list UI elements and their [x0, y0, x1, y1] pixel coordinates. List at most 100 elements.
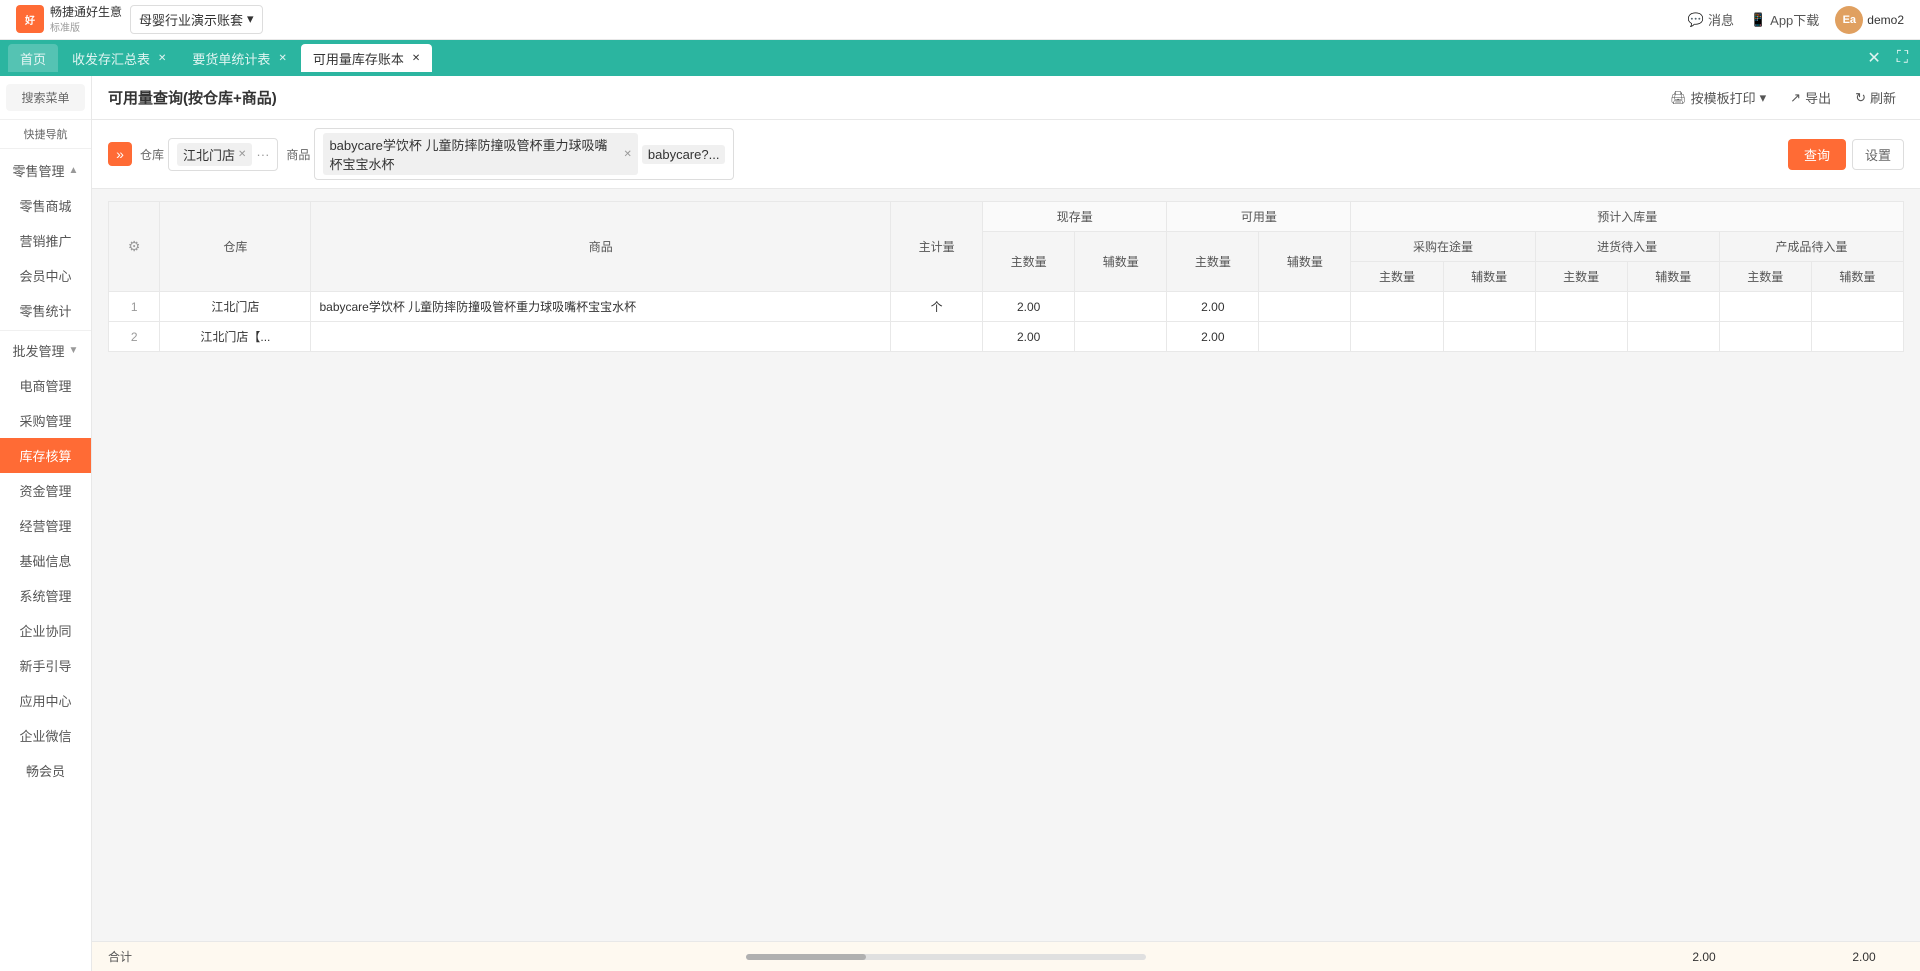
sidebar-item-retail-stats-label: 零售统计 — [19, 301, 71, 320]
refresh-button[interactable]: ↻ 刷新 — [1847, 84, 1904, 111]
page-actions: 🖨 按模板打印 ▾ ↗ 导出 ↻ 刷新 — [1662, 84, 1904, 111]
close-all-tabs-button[interactable]: ✕ — [1863, 46, 1884, 70]
sidebar-item-system[interactable]: 系统管理 — [0, 578, 91, 613]
tab-available-stock-close[interactable]: ✕ — [412, 53, 420, 64]
tab-summary-label: 收发存汇总表 — [72, 49, 150, 68]
sidebar-item-vip-label: 畅会员 — [26, 761, 65, 780]
col-warehouse-header: 仓库 — [160, 202, 311, 292]
sidebar-item-inventory-label: 库存核算 — [19, 446, 71, 465]
row-1-mainunit: 个 — [891, 292, 983, 322]
filter-warehouse-more[interactable]: ··· — [256, 147, 269, 162]
print-template-button[interactable]: 🖨 按模板打印 ▾ — [1662, 84, 1774, 111]
sidebar-item-finance-label: 资金管理 — [19, 481, 71, 500]
col-inbound-header: 进货待入量 — [1535, 232, 1719, 262]
avatar: Ea — [1835, 6, 1863, 34]
query-button[interactable]: 查询 — [1788, 139, 1846, 170]
footer-total-label: 合计 — [108, 948, 228, 965]
tab-available-stock[interactable]: 可用量库存账本 ✕ — [301, 44, 432, 72]
row-1-purchase-auxqty — [1443, 292, 1535, 322]
filter-toggle-button[interactable]: » — [108, 142, 132, 166]
row-2-warehouse: 江北门店【... — [160, 322, 311, 352]
row-2-product-mainqty — [1719, 322, 1811, 352]
filter-product-tag-1-remove[interactable]: ✕ — [624, 149, 632, 160]
filter-warehouse-input[interactable]: 江北门店 ✕ ··· — [168, 138, 278, 171]
sidebar-item-member[interactable]: 会员中心 — [0, 258, 91, 293]
row-1-inbound-mainqty — [1535, 292, 1627, 322]
content-area: 可用量查询(按仓库+商品) 🖨 按模板打印 ▾ ↗ 导出 ↻ 刷新 » — [92, 76, 1920, 971]
message-action[interactable]: 💬 消息 — [1688, 10, 1734, 29]
sidebar-item-operations-label: 经营管理 — [19, 516, 71, 535]
filter-field-product: 商品 babycare学饮杯 儿童防摔防撞吸管杯重力球吸嘴杯宝宝水杯 ✕ bab… — [286, 128, 734, 180]
sidebar-item-purchase-label: 采购管理 — [19, 411, 71, 430]
user-profile[interactable]: Ea demo2 — [1835, 6, 1904, 34]
print-template-label: 按模板打印 — [1691, 88, 1756, 107]
main-layout: 搜索菜单 快捷导航 零售管理 ▲ 零售商城 营销推广 会员中心 零售统计 批 — [0, 76, 1920, 971]
filter-field-warehouse: 仓库 江北门店 ✕ ··· — [140, 138, 278, 171]
col-inbound-auxqty-header: 辅数量 — [1627, 262, 1719, 292]
maximize-button[interactable]: ⛶ — [1893, 47, 1912, 69]
sidebar-item-enterprise[interactable]: 企业协同 — [0, 613, 91, 648]
export-button[interactable]: ↗ 导出 — [1782, 84, 1839, 111]
tab-order-stats[interactable]: 要货单统计表 ✕ — [180, 44, 298, 72]
table-settings-icon[interactable]: ⚙ — [128, 238, 141, 254]
print-icon: 🖨 — [1670, 90, 1687, 106]
sidebar-item-appcenter-label: 应用中心 — [19, 691, 71, 710]
refresh-icon: ↻ — [1855, 90, 1866, 106]
filter-warehouse-tag-text: 江北门店 — [183, 145, 235, 164]
col-productpending-header: 产成品待入量 — [1719, 232, 1903, 262]
tab-order-stats-label: 要货单统计表 — [192, 49, 270, 68]
search-menu-button[interactable]: 搜索菜单 — [6, 84, 85, 111]
app-download-action[interactable]: 📱 App下载 — [1750, 10, 1819, 29]
sidebar-item-marketing[interactable]: 营销推广 — [0, 223, 91, 258]
sidebar-item-retail[interactable]: 零售管理 ▲ — [0, 153, 91, 188]
sidebar-item-operations[interactable]: 经营管理 — [0, 508, 91, 543]
sidebar-item-appcenter[interactable]: 应用中心 — [0, 683, 91, 718]
row-2-current-mainqty: 2.00 — [983, 322, 1075, 352]
sidebar-item-wechat[interactable]: 企业微信 — [0, 718, 91, 753]
account-selector-text: 母婴行业演示账套 — [139, 10, 243, 29]
filter-product-input[interactable]: babycare学饮杯 儿童防摔防撞吸管杯重力球吸嘴杯宝宝水杯 ✕ babyca… — [314, 128, 734, 180]
sidebar-item-inventory[interactable]: 库存核算 — [0, 438, 91, 473]
horizontal-scrollbar[interactable] — [746, 954, 1146, 960]
tab-order-stats-close[interactable]: ✕ — [278, 53, 286, 64]
sidebar-item-ecommerce[interactable]: 电商管理 — [0, 368, 91, 403]
sidebar-item-finance[interactable]: 资金管理 — [0, 473, 91, 508]
row-2-inbound-mainqty — [1535, 322, 1627, 352]
footer-values: 2.00 2.00 — [1664, 950, 1904, 964]
row-2-product-auxqty — [1811, 322, 1903, 352]
scrollbar-thumb[interactable] — [746, 954, 866, 960]
col-current-mainqty-header: 主数量 — [983, 232, 1075, 292]
filter-warehouse-tag-remove[interactable]: ✕ — [238, 149, 246, 160]
logo-sub: 标准版 — [50, 19, 122, 34]
sidebar-item-vip[interactable]: 畅会员 — [0, 753, 91, 788]
table-container: ⚙ 仓库 商品 主计量 现存量 可用量 预计入库量 主数量 辅数量 主数量 辅数… — [92, 189, 1920, 941]
sidebar-item-newuser[interactable]: 新手引导 — [0, 648, 91, 683]
sidebar: 搜索菜单 快捷导航 零售管理 ▲ 零售商城 营销推广 会员中心 零售统计 批 — [0, 76, 92, 971]
row-1-current-auxqty — [1075, 292, 1167, 322]
footer-avail-mainqty: 2.00 — [1824, 950, 1904, 964]
tab-home[interactable]: 首页 — [8, 44, 58, 72]
user-name: demo2 — [1867, 13, 1904, 27]
page-header: 可用量查询(按仓库+商品) 🖨 按模板打印 ▾ ↗ 导出 ↻ 刷新 — [92, 76, 1920, 120]
col-inbound-mainqty-header: 主数量 — [1535, 262, 1627, 292]
tab-summary[interactable]: 收发存汇总表 ✕ — [60, 44, 178, 72]
sidebar-item-retail-stats[interactable]: 零售统计 — [0, 293, 91, 328]
sidebar-item-basics[interactable]: 基础信息 — [0, 543, 91, 578]
row-2-current-auxqty — [1075, 322, 1167, 352]
col-avail-mainqty-header: 主数量 — [1167, 232, 1259, 292]
account-selector[interactable]: 母婴行业演示账套 ▾ — [130, 5, 263, 34]
top-bar-left: 好 畅捷通好生意 标准版 母婴行业演示账套 ▾ — [16, 5, 263, 34]
sidebar-item-system-label: 系统管理 — [19, 586, 71, 605]
refresh-label: 刷新 — [1870, 88, 1896, 107]
settings-button[interactable]: 设置 — [1852, 139, 1904, 170]
row-1-product-auxqty — [1811, 292, 1903, 322]
sidebar-item-mall[interactable]: 零售商城 — [0, 188, 91, 223]
filter-product-tag-2-text: babycare?... — [648, 147, 720, 162]
sidebar-item-purchase[interactable]: 采购管理 — [0, 403, 91, 438]
sidebar-item-newuser-label: 新手引导 — [19, 656, 71, 675]
sidebar-item-wholesale[interactable]: 批发管理 ▼ — [0, 333, 91, 368]
row-2-inbound-auxqty — [1627, 322, 1719, 352]
col-current-auxqty-header: 辅数量 — [1075, 232, 1167, 292]
sidebar-quick-nav[interactable]: 快捷导航 — [0, 120, 91, 149]
tab-summary-close[interactable]: ✕ — [158, 53, 166, 64]
